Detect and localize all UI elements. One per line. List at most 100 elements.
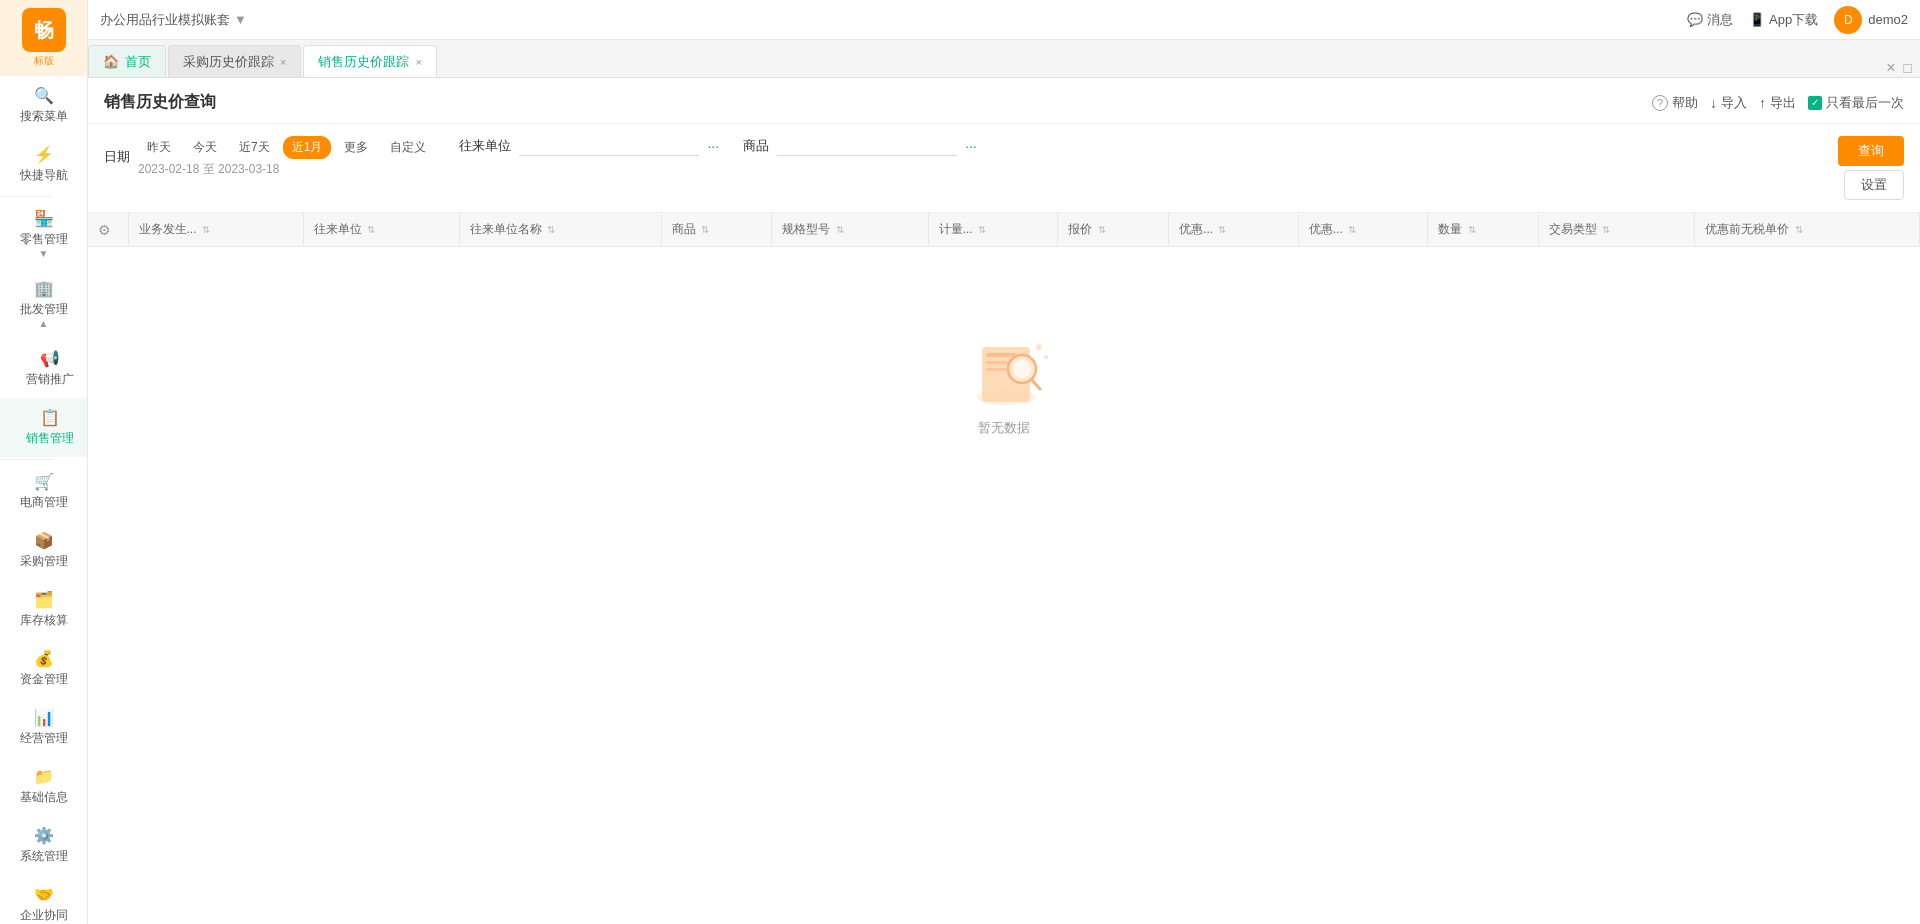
logo[interactable]: 畅 标版 <box>0 0 87 76</box>
sort-icon: ⇅ <box>202 224 210 235</box>
sidebar-item-retail[interactable]: 🏪 零售管理 ▼ <box>0 199 87 269</box>
th-partner-code[interactable]: 往来单位 ⇅ <box>303 213 459 247</box>
operations-icon: 📊 <box>34 708 54 727</box>
logo-subtitle: 标版 <box>34 54 54 68</box>
sidebar-item-sales[interactable]: 📋 销售管理 <box>0 398 87 457</box>
close-icon[interactable]: × <box>280 56 286 68</box>
tab-home[interactable]: 🏠 首页 <box>88 45 166 77</box>
sidebar-item-label: 资金管理 <box>20 671 68 688</box>
sidebar-item-operations[interactable]: 📊 经营管理 <box>0 698 87 757</box>
page-content: 销售历史价查询 ? 帮助 ↓ 导入 ↑ 导出 ✓ 只看最后一次 <box>88 78 1920 924</box>
tab-label: 采购历史价跟踪 <box>183 53 274 71</box>
tab-sales[interactable]: 销售历史价跟踪 × <box>303 45 436 77</box>
sidebar-item-search[interactable]: 🔍 搜索菜单 <box>0 76 87 135</box>
sidebar-item-ecommerce[interactable]: 🛒 电商管理 <box>0 462 87 521</box>
partner-dots-icon[interactable]: ··· <box>707 138 719 154</box>
sales-icon: 📋 <box>40 408 60 427</box>
export-action[interactable]: ↑ 导出 <box>1759 94 1796 112</box>
date-filter-label: 日期 <box>104 148 130 166</box>
ecommerce-icon: 🛒 <box>34 472 54 491</box>
import-action[interactable]: ↓ 导入 <box>1710 94 1747 112</box>
base-icon: 📁 <box>34 767 54 786</box>
th-spec[interactable]: 规格型号 ⇅ <box>772 213 928 247</box>
date-filter-group: 日期 昨天 今天 近7天 近1月 更多 自定义 2023-02-18 至 202… <box>104 136 435 178</box>
th-unit[interactable]: 计量... ⇅ <box>928 213 1058 247</box>
sidebar-item-enterprise[interactable]: 🤝 企业协同 <box>0 875 87 924</box>
th-label: 数量 <box>1438 222 1462 236</box>
sort-icon: ⇅ <box>1218 224 1226 235</box>
chevron-up-icon: ▲ <box>39 318 49 329</box>
empty-illustration <box>964 327 1054 417</box>
th-label: 商品 <box>672 222 696 236</box>
sidebar-item-marketing[interactable]: 📢 营销推广 <box>0 339 87 398</box>
product-filter-input[interactable] <box>777 136 957 156</box>
sort-icon: ⇅ <box>1098 224 1106 235</box>
import-icon: ↓ <box>1710 95 1717 111</box>
empty-text: 暂无数据 <box>978 419 1030 437</box>
divider <box>0 196 52 197</box>
settings-button[interactable]: 设置 <box>1844 170 1904 200</box>
app-download-action[interactable]: 📱 App下载 <box>1749 11 1818 29</box>
help-action[interactable]: ? 帮助 <box>1652 94 1698 112</box>
product-dots-icon[interactable]: ··· <box>965 138 977 154</box>
date-btn-last1m[interactable]: 近1月 <box>283 136 332 159</box>
th-label: 业务发生... <box>139 222 197 236</box>
th-label: 计量... <box>939 222 973 236</box>
purchase-icon: 📦 <box>34 531 54 550</box>
only-last-label: 只看最后一次 <box>1826 94 1904 112</box>
th-tax-price[interactable]: 优惠前无税单价 ⇅ <box>1695 213 1920 247</box>
tab-purchase[interactable]: 采购历史价跟踪 × <box>168 45 301 77</box>
sidebar-item-purchase[interactable]: 📦 采购管理 <box>0 521 87 580</box>
only-last-checkbox[interactable]: ✓ 只看最后一次 <box>1808 94 1904 112</box>
date-range-text: 2023-02-18 至 2023-03-18 <box>138 161 435 178</box>
th-product[interactable]: 商品 ⇅ <box>661 213 772 247</box>
gear-icon[interactable]: ⚙ <box>98 222 111 238</box>
partner-filter-input[interactable] <box>519 136 699 156</box>
th-label: 往来单位 <box>314 222 362 236</box>
sort-icon: ⇅ <box>836 224 844 235</box>
divider <box>0 459 52 460</box>
sort-icon: ⇅ <box>1795 224 1803 235</box>
phone-icon: 📱 <box>1749 12 1765 27</box>
retail-icon: 🏪 <box>34 209 54 228</box>
date-btn-last7[interactable]: 近7天 <box>230 136 279 159</box>
sidebar-item-base[interactable]: 📁 基础信息 <box>0 757 87 816</box>
message-action[interactable]: 💬 消息 <box>1687 11 1733 29</box>
product-filter-label: 商品 <box>743 137 769 155</box>
date-btn-more[interactable]: 更多 <box>335 136 377 159</box>
tab-label: 首页 <box>125 53 151 71</box>
sidebar-item-shortcut[interactable]: ⚡ 快捷导航 <box>0 135 87 194</box>
product-filter-group: 商品 ··· <box>743 136 977 156</box>
window-maximize-icon[interactable]: □ <box>1904 60 1912 76</box>
system-icon: ⚙️ <box>34 826 54 845</box>
query-button[interactable]: 查询 <box>1838 136 1904 166</box>
sidebar-item-inventory[interactable]: 🗂️ 库存核算 <box>0 580 87 639</box>
dropdown-arrow-icon[interactable]: ▼ <box>234 12 247 27</box>
sidebar-item-label: 搜索菜单 <box>20 108 68 125</box>
date-btn-custom[interactable]: 自定义 <box>381 136 435 159</box>
export-icon: ↑ <box>1759 95 1766 111</box>
user-profile[interactable]: D demo2 <box>1834 6 1908 34</box>
sidebar-item-wholesale[interactable]: 🏢 批发管理 ▲ <box>0 269 87 339</box>
sidebar-item-finance[interactable]: 💰 资金管理 <box>0 639 87 698</box>
close-icon[interactable]: × <box>415 56 421 68</box>
sidebar-item-system[interactable]: ⚙️ 系统管理 <box>0 816 87 875</box>
enterprise-icon: 🤝 <box>34 885 54 904</box>
date-btn-today[interactable]: 今天 <box>184 136 226 159</box>
marketing-icon: 📢 <box>40 349 60 368</box>
th-trade-type[interactable]: 交易类型 ⇅ <box>1539 213 1695 247</box>
filter-right-actions: 查询 设置 <box>1838 136 1904 200</box>
th-label: 规格型号 <box>782 222 830 236</box>
th-discount1[interactable]: 优惠... ⇅ <box>1169 213 1299 247</box>
th-quantity[interactable]: 数量 ⇅ <box>1428 213 1539 247</box>
th-price[interactable]: 报价 ⇅ <box>1058 213 1169 247</box>
sidebar-nav: 🔍 搜索菜单 ⚡ 快捷导航 🏪 零售管理 ▼ 🏢 批发管理 ▲ 📢 营销推广 📋… <box>0 76 87 924</box>
th-partner-name[interactable]: 往来单位名称 ⇅ <box>459 213 661 247</box>
sidebar-item-label: 库存核算 <box>20 612 68 629</box>
window-close-icon[interactable]: × <box>1886 59 1895 77</box>
svg-rect-2 <box>986 353 1016 357</box>
th-label: 优惠前无税单价 <box>1705 222 1789 236</box>
th-biz-date[interactable]: 业务发生... ⇅ <box>128 213 303 247</box>
date-btn-yesterday[interactable]: 昨天 <box>138 136 180 159</box>
th-discount2[interactable]: 优惠... ⇅ <box>1298 213 1428 247</box>
